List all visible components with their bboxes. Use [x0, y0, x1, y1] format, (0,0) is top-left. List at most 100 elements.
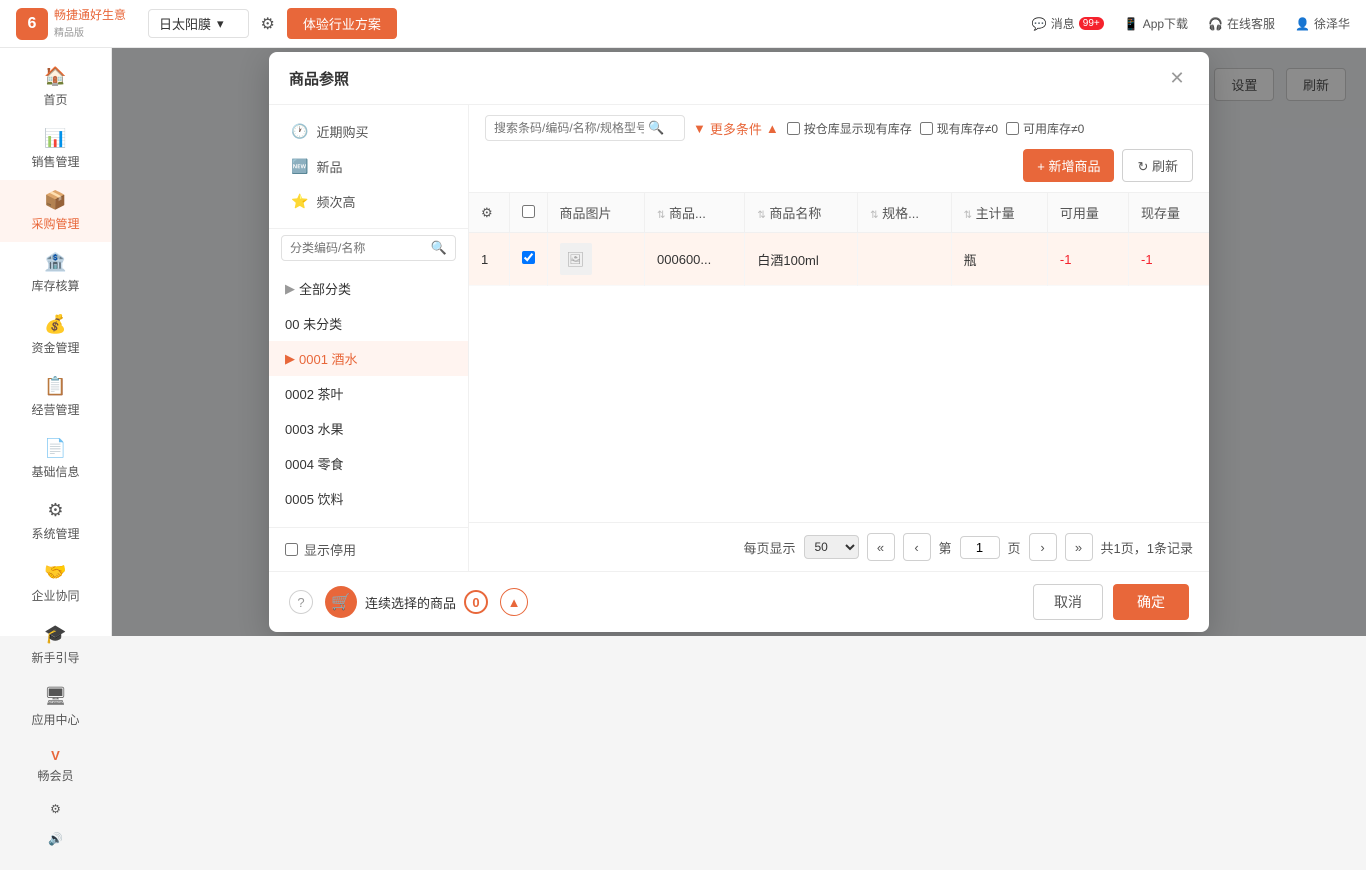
- category-item-water[interactable]: 0008 水: [269, 516, 468, 527]
- tab-recent-purchase[interactable]: 🕐 近期购买: [281, 115, 456, 148]
- user-item[interactable]: 👤 徐泽华: [1295, 15, 1350, 32]
- first-page-button[interactable]: «: [867, 533, 895, 561]
- show-disabled-checkbox[interactable]: [285, 543, 298, 556]
- settings-gear-icon[interactable]: ⚙: [481, 205, 493, 220]
- page-number-input[interactable]: [960, 536, 1000, 559]
- trial-button[interactable]: 体验行业方案: [287, 8, 397, 39]
- cart-icon: 🛒: [325, 586, 357, 618]
- confirm-button[interactable]: 确定: [1113, 584, 1189, 620]
- sidebar-label-operations: 经营管理: [31, 401, 79, 418]
- sidebar-item-purchase[interactable]: 📦 采购管理: [0, 180, 111, 242]
- page-size-select[interactable]: 50 10 20 100: [804, 535, 859, 559]
- cell-stock: -1: [1128, 233, 1209, 286]
- col-name-header[interactable]: ⇅ 商品名称: [745, 193, 858, 233]
- cell-spec: [858, 233, 952, 286]
- enterprise-icon: 🤝: [44, 562, 66, 583]
- sidebar-item-member[interactable]: V 畅会员: [0, 738, 111, 794]
- sidebar-settings-btn[interactable]: ⚙: [0, 794, 111, 824]
- col-code-header[interactable]: ⇅ 商品...: [645, 193, 745, 233]
- main-layout: 🏠 首页 📊 销售管理 📦 采购管理 🏦 库存核算 💰 资金管理 📋 经营管理 …: [0, 48, 1366, 636]
- online-service-item[interactable]: 🎧 在线客服: [1208, 15, 1275, 32]
- messages-item[interactable]: 💬 消息 99+: [1032, 15, 1104, 32]
- recent-purchase-icon: 🕐: [291, 123, 308, 140]
- company-select[interactable]: 日太阳膜 ▾: [148, 9, 249, 38]
- sidebar-item-operations[interactable]: 📋 经营管理: [0, 366, 111, 428]
- sidebar-label-inventory: 库存核算: [31, 277, 79, 294]
- category-item-uncategorized[interactable]: 00 未分类: [269, 306, 468, 341]
- modal-backdrop: 商品参照 ✕ 🕐 近期购买 🆕: [112, 48, 1366, 636]
- tab-new-products[interactable]: 🆕 新品: [281, 150, 456, 183]
- cancel-button[interactable]: 取消: [1033, 584, 1103, 620]
- col-unit-header[interactable]: ⇅ 主计量: [951, 193, 1047, 233]
- sidebar-label-enterprise: 企业协同: [31, 587, 79, 604]
- logo-icon: 6: [16, 8, 48, 40]
- app-download-item[interactable]: 📱 App下载: [1124, 15, 1188, 32]
- page-prefix: 第: [939, 538, 952, 557]
- sidebar-item-home[interactable]: 🏠 首页: [0, 56, 111, 118]
- sort-icon-unit: ⇅: [964, 210, 972, 221]
- help-button[interactable]: ?: [289, 590, 313, 614]
- message-icon: 💬: [1032, 17, 1047, 31]
- page-suffix: 页: [1008, 538, 1021, 557]
- prev-page-button[interactable]: ‹: [903, 533, 931, 561]
- apps-icon: 🖥: [44, 686, 67, 707]
- sidebar-item-sales[interactable]: 📊 销售管理: [0, 118, 111, 180]
- operations-icon: 📋: [44, 376, 66, 397]
- select-all-checkbox[interactable]: [522, 205, 535, 218]
- show-disabled-area: 显示停用: [269, 527, 468, 571]
- online-service-label: 在线客服: [1227, 15, 1275, 32]
- category-label-liquor: 0001 酒水: [299, 349, 358, 368]
- sidebar-item-basic[interactable]: 📄 基础信息: [0, 428, 111, 490]
- col-spec-header[interactable]: ⇅ 规格...: [858, 193, 952, 233]
- col-no: ⚙: [469, 193, 509, 233]
- category-item-all[interactable]: ▶ 全部分类: [269, 271, 468, 306]
- app-icon: 📱: [1124, 17, 1139, 31]
- refresh-button[interactable]: ↻ 刷新: [1122, 149, 1193, 182]
- sidebar-label-member: 畅会员: [37, 767, 73, 784]
- add-product-button[interactable]: + 新增商品: [1023, 149, 1114, 182]
- filter-button[interactable]: ▼ 更多条件 ▲: [693, 119, 779, 138]
- new-products-icon: 🆕: [291, 158, 308, 175]
- sidebar-item-guide[interactable]: 🎓 新手引导: [0, 614, 111, 676]
- sidebar-item-system[interactable]: ⚙ 系统管理: [0, 490, 111, 552]
- product-search-input[interactable]: [494, 121, 644, 135]
- pagination-bar: 每页显示 50 10 20 100 « ‹ 第 页: [469, 522, 1209, 571]
- category-item-fruit[interactable]: 0003 水果: [269, 411, 468, 446]
- category-item-beverage[interactable]: 0005 饮料: [269, 481, 468, 516]
- logo-area: 6 畅捷通好生意 精品版: [16, 8, 136, 40]
- next-page-button[interactable]: ›: [1029, 533, 1057, 561]
- cell-code: 000600...: [645, 233, 745, 286]
- category-item-snack[interactable]: 0004 零食: [269, 446, 468, 481]
- tab-frequent[interactable]: ⭐ 频次高: [281, 185, 456, 218]
- category-item-liquor[interactable]: ▶ 0001 酒水: [269, 341, 468, 376]
- left-panel: 🕐 近期购买 🆕 新品 ⭐ 频次高: [269, 105, 469, 571]
- cell-name: 白酒100ml: [745, 233, 858, 286]
- modal-close-button[interactable]: ✕: [1165, 66, 1189, 90]
- category-label-all: 全部分类: [299, 279, 351, 298]
- modal-header: 商品参照 ✕: [269, 52, 1209, 105]
- toolbar-actions: + 新增商品 ↻ 刷新: [1023, 149, 1193, 182]
- category-label-beverage: 0005 饮料: [285, 489, 344, 508]
- messages-badge: 99+: [1079, 17, 1104, 30]
- sidebar-item-finance[interactable]: 💰 资金管理: [0, 304, 111, 366]
- warehouse-filter-checkbox[interactable]: [787, 122, 800, 135]
- category-search-input[interactable]: [290, 241, 427, 255]
- total-info: 共1页，1条记录: [1101, 538, 1193, 557]
- fold-cart-button[interactable]: ▲: [500, 588, 528, 616]
- available-nonzero-checkbox[interactable]: [920, 122, 933, 135]
- usable-nonzero-checkbox[interactable]: [1006, 122, 1019, 135]
- sidebar-item-inventory[interactable]: 🏦 库存核算: [0, 242, 111, 304]
- row-checkbox[interactable]: [522, 251, 535, 264]
- sidebar-item-enterprise[interactable]: 🤝 企业协同: [0, 552, 111, 614]
- gear-icon[interactable]: ⚙: [261, 14, 275, 34]
- sidebar-sound-btn[interactable]: 🔊: [0, 824, 111, 854]
- sidebar-label-sales: 销售管理: [31, 153, 79, 170]
- messages-label: 消息: [1051, 15, 1075, 32]
- sidebar-item-apps[interactable]: 🖥 应用中心: [0, 676, 111, 738]
- table-header: ⚙ 商品图片 ⇅ 商品...: [469, 193, 1209, 233]
- table-row[interactable]: 1 🖼: [469, 233, 1209, 286]
- last-page-button[interactable]: »: [1065, 533, 1093, 561]
- category-item-tea[interactable]: 0002 茶叶: [269, 376, 468, 411]
- show-disabled-label: 显示停用: [304, 540, 356, 559]
- available-nonzero-area: 现有库存≠0: [920, 120, 998, 137]
